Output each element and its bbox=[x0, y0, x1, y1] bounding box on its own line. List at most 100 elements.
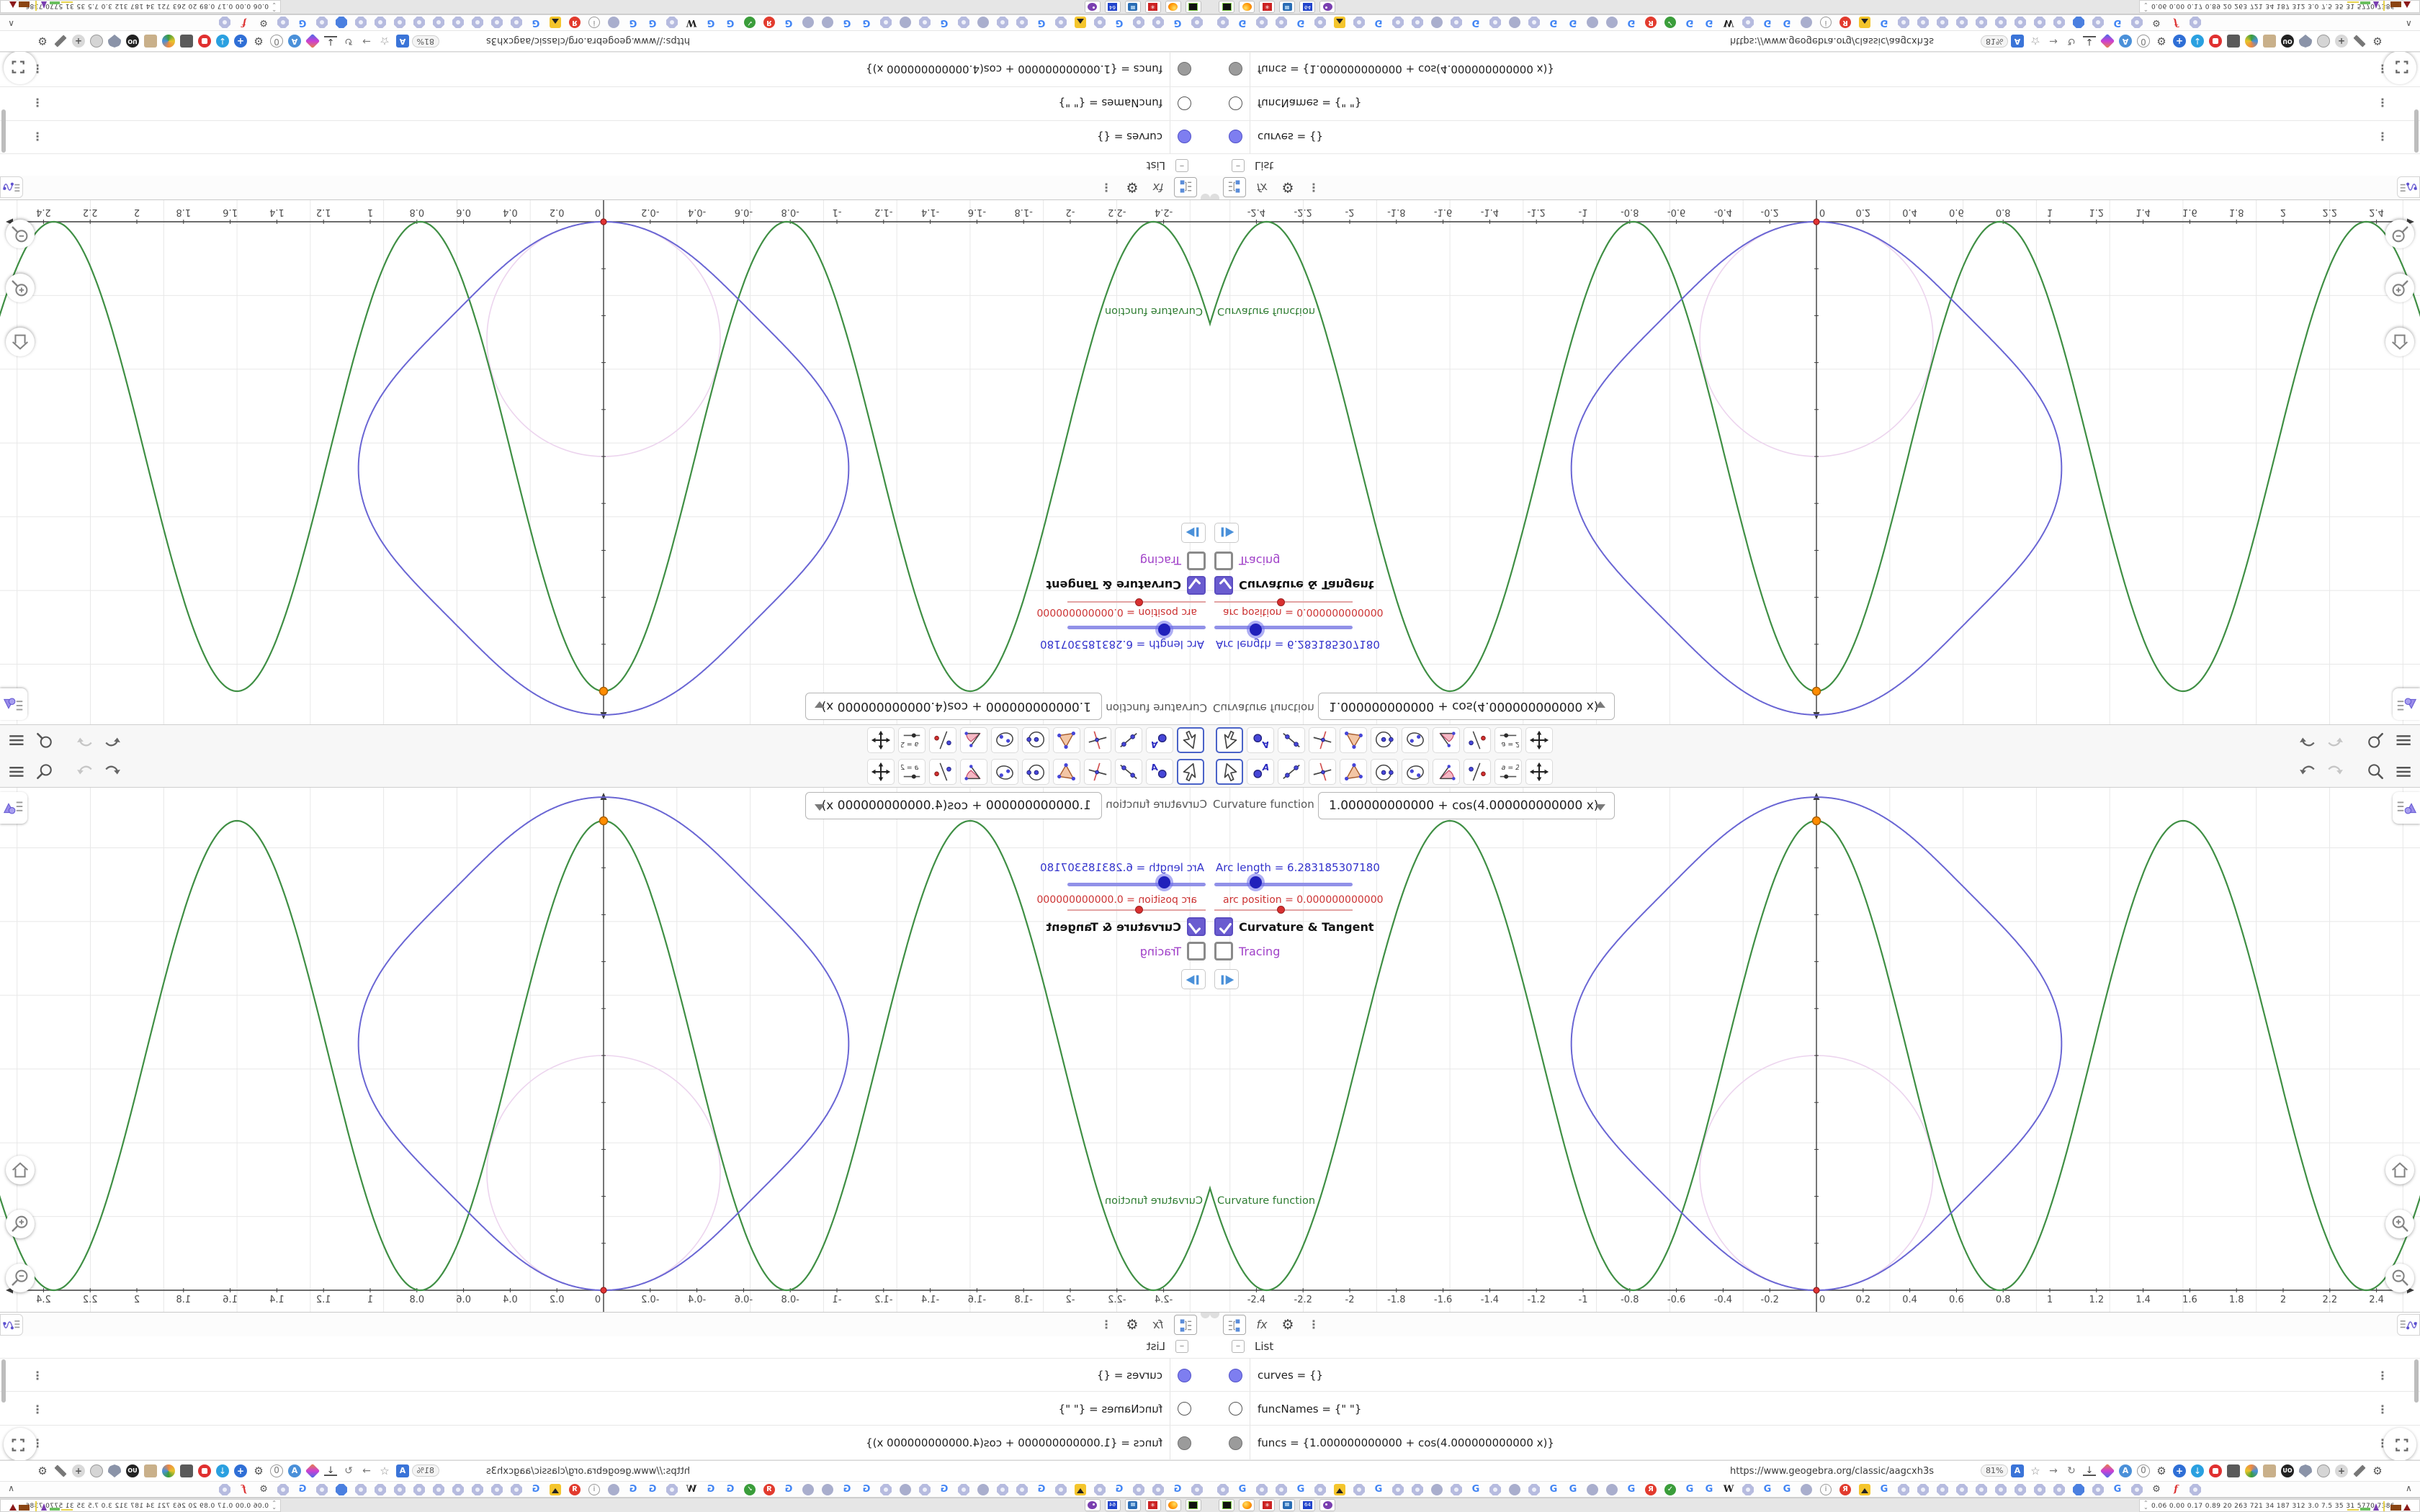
zoom-out-button[interactable] bbox=[2385, 220, 2414, 248]
tool-polygon-icon[interactable] bbox=[1053, 759, 1080, 785]
graphics-stylebar-toggle[interactable] bbox=[0, 688, 27, 720]
tool-line-icon[interactable] bbox=[1278, 759, 1305, 785]
bookmark-favicon-oct[interactable] bbox=[1489, 17, 1501, 28]
extension-star-icon[interactable]: ☆ bbox=[378, 1464, 391, 1477]
extension-translate-icon[interactable]: A bbox=[396, 35, 409, 48]
bookmarks-overflow-icon[interactable]: ∧ bbox=[2406, 1483, 2412, 1493]
graphics-stylebar-toggle[interactable] bbox=[0, 792, 27, 824]
tool-point-icon[interactable]: A bbox=[1146, 727, 1173, 753]
tool-reflect-icon[interactable] bbox=[1464, 727, 1491, 753]
bookmark-favicon-oct[interactable] bbox=[413, 17, 425, 28]
menu-icon[interactable] bbox=[4, 762, 26, 782]
tool-angle-icon[interactable] bbox=[1433, 727, 1460, 753]
search-icon[interactable] bbox=[33, 730, 55, 750]
graphics-view[interactable]: -2.4 -2.2 -2 -1.8 -1.6 -1.4 -1.2 -1 -0.8 -0.6 -0.4… bbox=[0, 200, 1210, 724]
bookmark-favicon-oct[interactable] bbox=[394, 17, 405, 28]
fx-icon[interactable]: fx bbox=[1147, 177, 1170, 197]
extension-record-icon[interactable] bbox=[2209, 35, 2222, 48]
algebra-stylebar-toggle[interactable] bbox=[2397, 1314, 2420, 1336]
bookmark-favicon-oct[interactable] bbox=[1055, 1484, 1067, 1495]
bookmark-favicon-oct[interactable] bbox=[1956, 1484, 1968, 1495]
bookmark-favicon-g[interactable]: G bbox=[647, 1484, 658, 1495]
bookmark-favicon-g[interactable]: G bbox=[1762, 17, 1773, 28]
bookmark-favicon-ya[interactable]: Я bbox=[1839, 1484, 1851, 1495]
extension-translate-icon[interactable]: A bbox=[2011, 1464, 2024, 1477]
bookmark-favicon-oct[interactable] bbox=[1976, 17, 1987, 28]
browser-zoom-badge[interactable]: 81% bbox=[1981, 1464, 2009, 1477]
taskbar-app-firefox-icon[interactable] bbox=[1239, 1, 1255, 13]
graphics-stylebar-toggle[interactable] bbox=[2393, 688, 2420, 720]
extension-plus-icon[interactable]: + bbox=[234, 35, 247, 48]
undo-icon[interactable] bbox=[2298, 730, 2319, 750]
tool-perpendicular-icon[interactable] bbox=[1084, 727, 1111, 753]
bookmark-favicon-g[interactable]: G bbox=[1878, 17, 1890, 28]
gear-icon[interactable]: ⚙ bbox=[1121, 177, 1144, 197]
extension-wrench-icon[interactable] bbox=[54, 35, 67, 48]
kebab-icon[interactable]: ⋮ bbox=[32, 1403, 43, 1416]
extension-pen-icon[interactable] bbox=[305, 1463, 321, 1479]
bookmark-favicon-oct[interactable] bbox=[880, 1484, 892, 1495]
extension-arrow-icon[interactable]: → bbox=[2047, 35, 2060, 48]
bookmark-favicon-oct[interactable] bbox=[2092, 1484, 2104, 1495]
extension-download-icon[interactable]: ↓ bbox=[324, 36, 337, 48]
bookmark-favicon-dot[interactable] bbox=[802, 1484, 814, 1495]
bookmark-favicon-w[interactable]: W bbox=[686, 1484, 697, 1495]
extension-translate-icon[interactable]: A bbox=[2011, 35, 2024, 48]
tracing-checkbox[interactable] bbox=[1187, 552, 1206, 570]
tool-conic-icon[interactable] bbox=[1402, 727, 1429, 753]
bookmark-favicon-oct[interactable] bbox=[666, 17, 678, 28]
tool-perpendicular-icon[interactable] bbox=[1084, 759, 1111, 785]
extension-circle0-icon[interactable]: 0 bbox=[2137, 1464, 2150, 1477]
bookmark-favicon-dot[interactable] bbox=[822, 1484, 833, 1495]
bookmark-favicon-oct[interactable] bbox=[452, 1484, 464, 1495]
bookmark-favicon-oct[interactable] bbox=[277, 1484, 289, 1495]
redo-icon[interactable] bbox=[73, 730, 95, 750]
extension-wrench-icon[interactable] bbox=[2353, 1464, 2366, 1477]
bookmark-favicon-fred[interactable]: f bbox=[2170, 17, 2182, 28]
bookmark-favicon-g[interactable]: G bbox=[1567, 17, 1579, 28]
bookmark-favicon-g[interactable]: G bbox=[1470, 1484, 1482, 1495]
bookmark-favicon-ya[interactable]: Я bbox=[569, 1484, 581, 1495]
bookmark-favicon-oct[interactable] bbox=[2015, 1484, 2026, 1495]
extension-reload-icon[interactable]: ↻ bbox=[2065, 1464, 2078, 1477]
extension-shield-icon[interactable] bbox=[108, 1464, 121, 1477]
bookmark-favicon-img[interactable] bbox=[1334, 17, 1345, 28]
tool-point-icon[interactable]: A bbox=[1146, 759, 1173, 785]
bookmark-favicon-oct[interactable] bbox=[1152, 17, 1164, 28]
kebab-icon[interactable]: ⋮ bbox=[2377, 130, 2388, 143]
extension-gear-icon[interactable]: ⚙ bbox=[2155, 1464, 2168, 1477]
extension-star-icon[interactable]: ☆ bbox=[378, 35, 391, 48]
graphics-view[interactable]: -2.4 -2.2 -2 -1.8 -1.6 -1.4 -1.2 -1 -0.8 -0.6 -0.4… bbox=[1210, 200, 2420, 724]
tree-view-icon[interactable] bbox=[1174, 177, 1197, 197]
extension-box-icon[interactable] bbox=[144, 1464, 157, 1477]
fx-icon[interactable]: fx bbox=[1147, 1315, 1170, 1335]
taskbar-app-monitor-icon[interactable] bbox=[1279, 1499, 1295, 1511]
bookmark-favicon-grn[interactable]: ✓ bbox=[1664, 17, 1676, 28]
arc-length-slider[interactable] bbox=[1067, 626, 1206, 629]
extension-trash-icon[interactable] bbox=[2227, 1464, 2240, 1477]
bookmarks-overflow-icon[interactable]: ∧ bbox=[8, 19, 14, 29]
extension-translate2-icon[interactable]: A bbox=[2119, 1464, 2132, 1477]
bookmark-favicon-oct[interactable] bbox=[1256, 1484, 1268, 1495]
kebab-icon[interactable]: ⋮ bbox=[2377, 1403, 2388, 1416]
divider-grip[interactable] bbox=[1210, 1313, 1219, 1318]
tool-move-icon[interactable] bbox=[1216, 759, 1243, 785]
extension-plus-icon[interactable]: + bbox=[2173, 1464, 2186, 1477]
scrollbar-thumb[interactable] bbox=[1, 109, 6, 153]
bookmark-favicon-g[interactable]: G bbox=[647, 17, 658, 28]
bookmark-favicon-fred[interactable]: f bbox=[238, 17, 250, 28]
bookmark-favicon-oct[interactable] bbox=[1742, 17, 1754, 28]
taskbar-app-terminal-icon[interactable] bbox=[1219, 1499, 1234, 1511]
algebra-row[interactable]: funcNames = {" "} ⋮ bbox=[1210, 86, 2420, 120]
bookmark-favicon-oct[interactable] bbox=[491, 17, 503, 28]
fullscreen-button[interactable] bbox=[4, 51, 37, 84]
visibility-marble[interactable] bbox=[1229, 1402, 1242, 1416]
bookmark-favicon-g[interactable]: G bbox=[841, 17, 853, 28]
arc-length-slider-knob[interactable] bbox=[1250, 624, 1263, 636]
bookmark-favicon-dot[interactable] bbox=[822, 17, 833, 28]
extension-download-icon[interactable]: ↓ bbox=[2083, 1464, 2096, 1476]
bookmark-favicon-oct[interactable] bbox=[880, 17, 892, 28]
extension-reload-icon[interactable]: ↻ bbox=[342, 35, 355, 48]
bookmark-favicon-oct[interactable] bbox=[1742, 1484, 1754, 1495]
bookmark-favicon-oct[interactable] bbox=[1528, 17, 1540, 28]
